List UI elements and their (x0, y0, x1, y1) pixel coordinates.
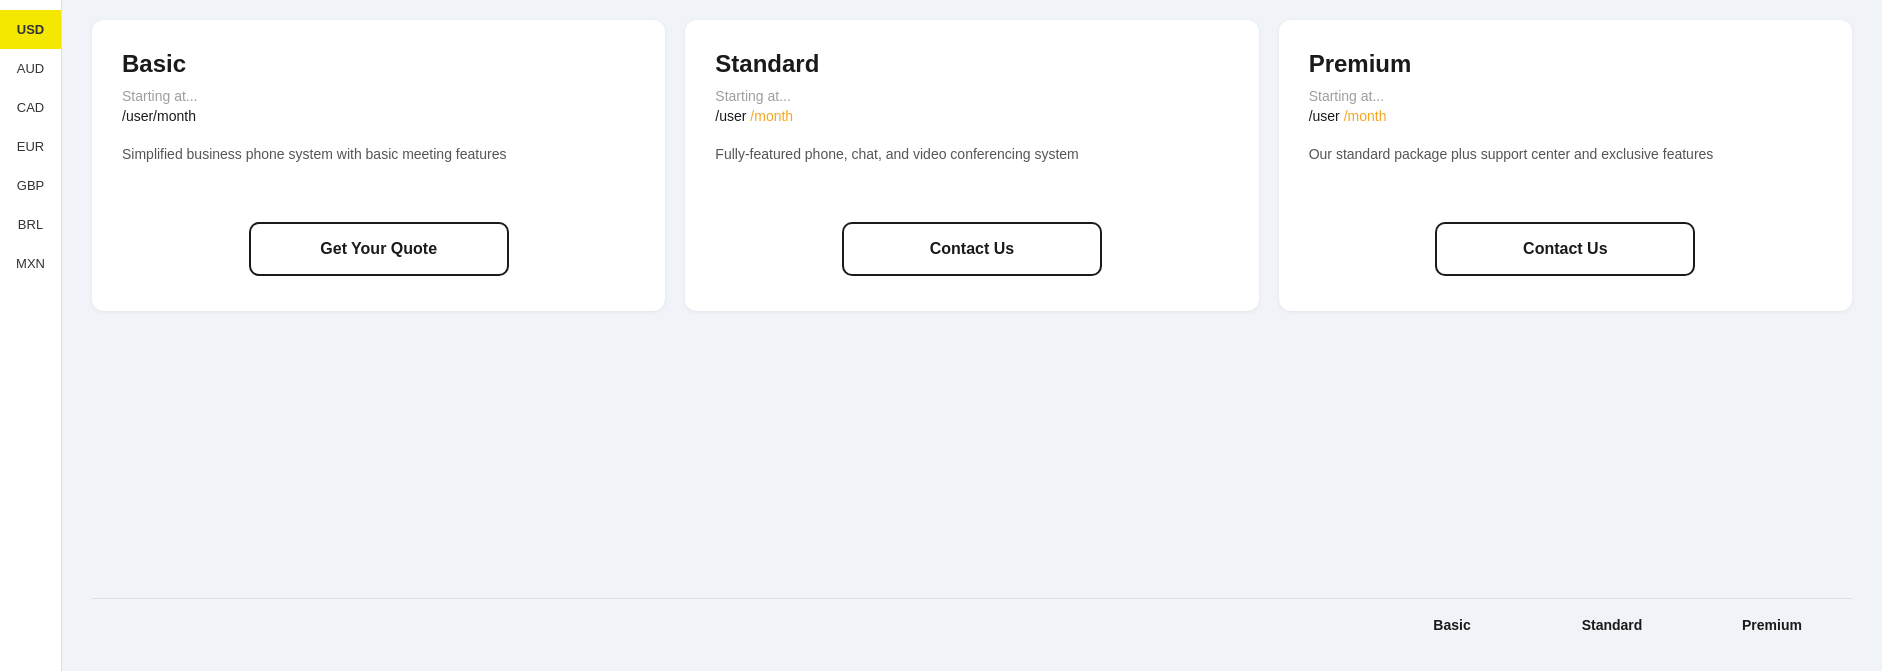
basic-plan-title: Basic (122, 50, 635, 78)
sidebar-item-mxn[interactable]: MXN (0, 244, 61, 283)
pricing-cards: Basic Starting at... /user/month Simplif… (92, 20, 1852, 311)
standard-price-prefix: /user (715, 108, 750, 124)
premium-price-highlight: /month (1344, 108, 1387, 124)
basic-starting-label: Starting at... (122, 88, 635, 104)
bottom-col-standard: Standard (1532, 609, 1692, 641)
standard-price-highlight: /month (750, 108, 793, 124)
basic-get-quote-button[interactable]: Get Your Quote (249, 222, 509, 276)
standard-plan-card: Standard Starting at... /user /month Ful… (685, 20, 1258, 311)
sidebar-item-cad[interactable]: CAD (0, 88, 61, 127)
premium-plan-title: Premium (1309, 50, 1822, 78)
basic-plan-card: Basic Starting at... /user/month Simplif… (92, 20, 665, 311)
currency-sidebar: USD AUD CAD EUR GBP BRL MXN (0, 0, 62, 671)
bottom-table-header: Basic Standard Premium (92, 598, 1852, 651)
standard-price: /user /month (715, 108, 1228, 124)
sidebar-item-usd[interactable]: USD (0, 10, 61, 49)
basic-price: /user/month (122, 108, 635, 124)
premium-starting-label: Starting at... (1309, 88, 1822, 104)
bottom-col-premium: Premium (1692, 609, 1852, 641)
standard-contact-button[interactable]: Contact Us (842, 222, 1102, 276)
premium-description: Our standard package plus support center… (1309, 144, 1822, 194)
premium-price-prefix: /user (1309, 108, 1344, 124)
sidebar-item-eur[interactable]: EUR (0, 127, 61, 166)
main-content: Basic Starting at... /user/month Simplif… (62, 0, 1882, 671)
standard-description: Fully-featured phone, chat, and video co… (715, 144, 1228, 194)
sidebar-item-aud[interactable]: AUD (0, 49, 61, 88)
premium-price: /user /month (1309, 108, 1822, 124)
basic-price-text: /user/month (122, 108, 196, 124)
basic-description: Simplified business phone system with ba… (122, 144, 635, 194)
standard-plan-title: Standard (715, 50, 1228, 78)
standard-starting-label: Starting at... (715, 88, 1228, 104)
premium-contact-button[interactable]: Contact Us (1435, 222, 1695, 276)
sidebar-item-brl[interactable]: BRL (0, 205, 61, 244)
bottom-col-basic: Basic (1372, 609, 1532, 641)
sidebar-item-gbp[interactable]: GBP (0, 166, 61, 205)
premium-plan-card: Premium Starting at... /user /month Our … (1279, 20, 1852, 311)
